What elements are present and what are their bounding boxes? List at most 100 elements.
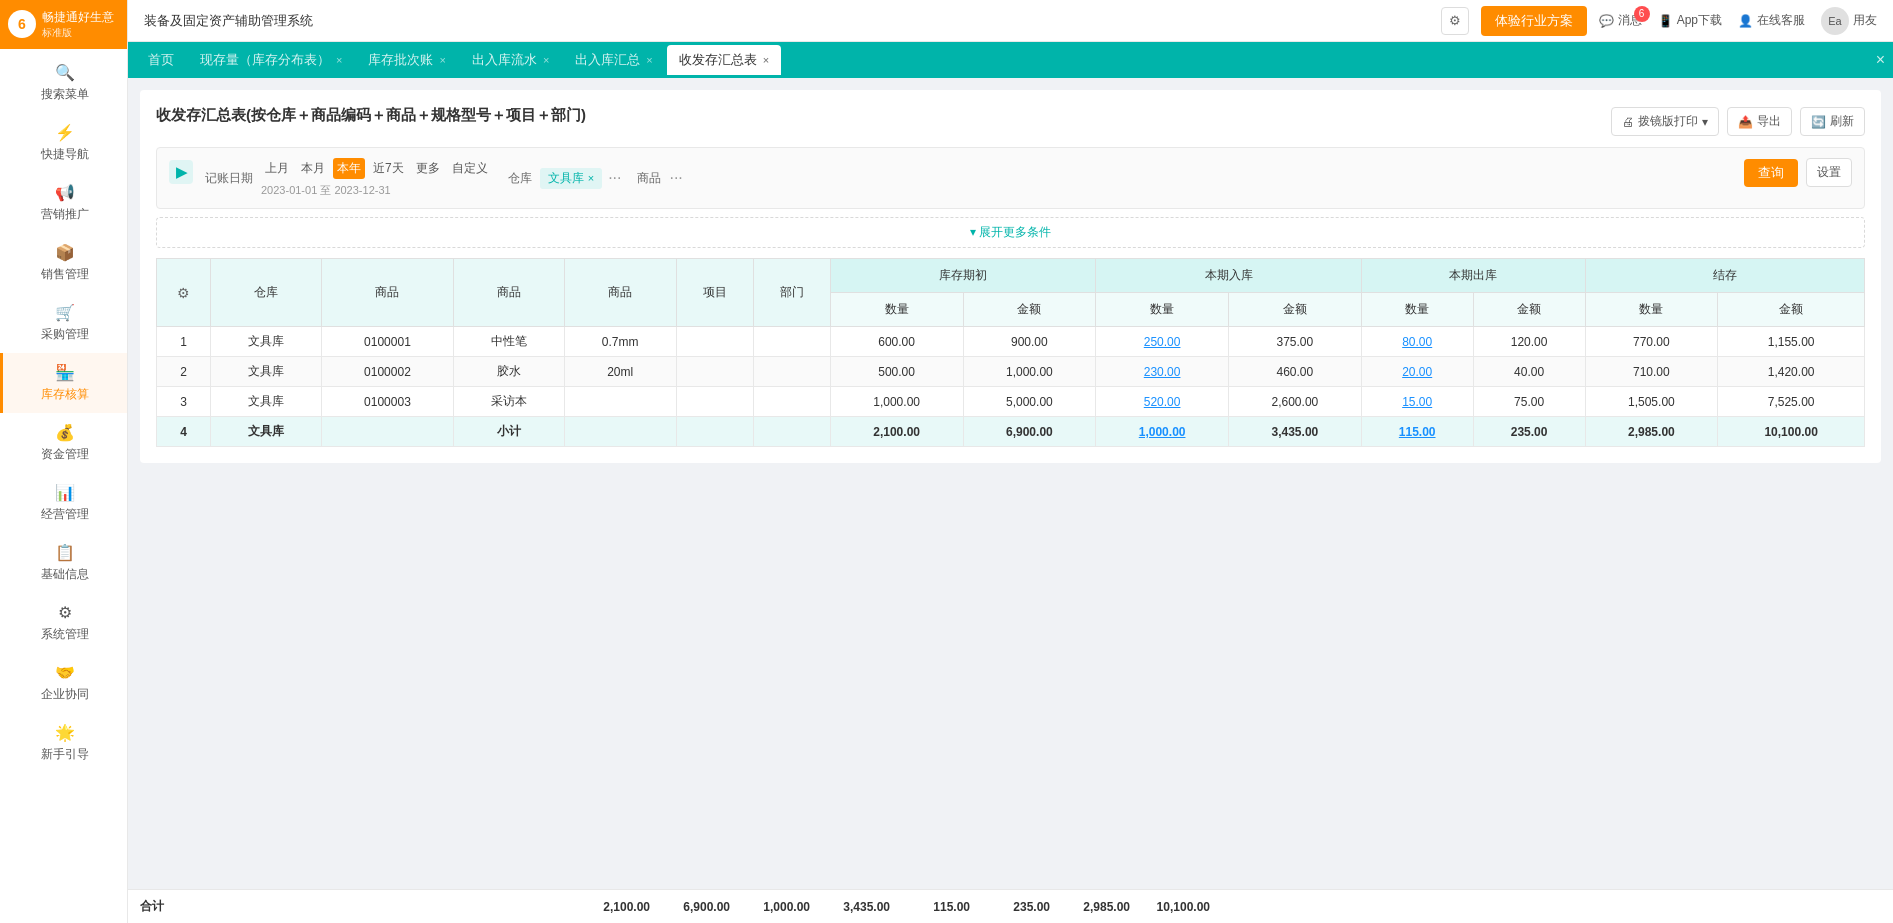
expand-more-button[interactable]: ▾ 展开更多条件 xyxy=(156,217,1865,248)
shortcut-more[interactable]: 更多 xyxy=(412,158,444,179)
tab-inout-flow-close[interactable]: × xyxy=(543,54,549,66)
row-project xyxy=(676,357,753,387)
system-icon: ⚙ xyxy=(58,603,72,622)
refresh-button[interactable]: 🔄 刷新 xyxy=(1800,107,1865,136)
total-values: 2,100.00 6,900.00 1,000.00 3,435.00 115.… xyxy=(180,900,1220,914)
row-out-qty[interactable]: 20.00 xyxy=(1361,357,1473,387)
row-in-qty[interactable]: 520.00 xyxy=(1096,387,1229,417)
warehouse-filter-row: 仓库 文具库 × ··· xyxy=(508,158,622,198)
goods-filter-row: 商品 ··· xyxy=(637,158,682,198)
sidebar-item-operations[interactable]: 📊 经营管理 xyxy=(0,473,127,533)
tab-inventory-dist-label: 现存量（库存分布表） xyxy=(200,51,330,69)
topbar-settings-button[interactable]: ⚙ xyxy=(1441,7,1469,35)
tab-recv-send-summary-close[interactable]: × xyxy=(763,54,769,66)
sidebar-nav: 🔍 搜索菜单 ⚡ 快捷导航 📢 营销推广 📦 销售管理 🛒 采购管理 🏪 库存核… xyxy=(0,49,127,923)
sidebar-item-quick[interactable]: ⚡ 快捷导航 xyxy=(0,113,127,173)
row-num: 3 xyxy=(157,387,211,417)
shortcut-this-year[interactable]: 本年 xyxy=(333,158,365,179)
sidebar-item-label: 企业协同 xyxy=(41,686,89,703)
shortcut-this-month[interactable]: 本月 xyxy=(297,158,329,179)
tabbar: 首页 现存量（库存分布表） × 库存批次账 × 出入库流水 × 出入库汇总 × … xyxy=(128,42,1893,78)
table-container: ⚙ 仓库 商品 商品 商品 项目 部门 库存期初 本期入库 本期出库 结存 xyxy=(156,258,1865,447)
logo-text: 畅捷通好生意 标准版 xyxy=(42,10,114,39)
row-in-qty[interactable]: 1,000.00 xyxy=(1096,417,1229,447)
operations-icon: 📊 xyxy=(55,483,75,502)
row-out-amt: 120.00 xyxy=(1473,327,1585,357)
sidebar-item-system[interactable]: ⚙ 系统管理 xyxy=(0,593,127,653)
print-icon: 🖨 xyxy=(1622,115,1634,129)
table-row: 4文具库小计2,100.006,900.001,000.003,435.0011… xyxy=(157,417,1865,447)
tab-inout-summary[interactable]: 出入库汇总 × xyxy=(563,45,664,75)
row-out-amt: 40.00 xyxy=(1473,357,1585,387)
tab-home[interactable]: 首页 xyxy=(136,45,186,75)
row-out-qty[interactable]: 80.00 xyxy=(1361,327,1473,357)
row-goods-name: 小计 xyxy=(454,417,564,447)
main-area: 装备及固定资产辅助管理系统 ⚙ 体验行业方案 💬 消息 6 📱 App下载 👤 … xyxy=(128,0,1893,923)
sidebar-item-purchase[interactable]: 🛒 采购管理 xyxy=(0,293,127,353)
total-out-qty: 115.00 xyxy=(900,900,980,914)
sidebar-item-corp[interactable]: 🤝 企业协同 xyxy=(0,653,127,713)
shortcut-custom[interactable]: 自定义 xyxy=(448,158,492,179)
settings-button[interactable]: 设置 xyxy=(1806,158,1852,187)
filter-toggle-button[interactable]: ▶ xyxy=(169,160,193,184)
row-project xyxy=(676,387,753,417)
sidebar-item-basic[interactable]: 📋 基础信息 xyxy=(0,533,127,593)
tabbar-close-all-button[interactable]: × xyxy=(1876,51,1885,69)
tab-batch-ledger-close[interactable]: × xyxy=(439,54,445,66)
th-settings[interactable]: ⚙ xyxy=(157,259,211,327)
shortcut-last-month[interactable]: 上月 xyxy=(261,158,293,179)
row-open-qty: 2,100.00 xyxy=(830,417,963,447)
row-out-qty[interactable]: 115.00 xyxy=(1361,417,1473,447)
th-department: 部门 xyxy=(753,259,830,327)
tab-inout-summary-close[interactable]: × xyxy=(646,54,652,66)
tab-inout-flow[interactable]: 出入库流水 × xyxy=(460,45,561,75)
tab-batch-ledger[interactable]: 库存批次账 × xyxy=(356,45,457,75)
th-warehouse: 仓库 xyxy=(211,259,321,327)
warehouse-tag-text: 文具库 xyxy=(548,170,584,187)
total-open-amt: 6,900.00 xyxy=(660,900,740,914)
app-download-item[interactable]: 📱 App下载 xyxy=(1658,12,1722,29)
warehouse-more-button[interactable]: ··· xyxy=(608,169,621,187)
print-button[interactable]: 🖨 拨镜版打印 ▾ xyxy=(1611,107,1719,136)
row-in-qty[interactable]: 250.00 xyxy=(1096,327,1229,357)
online-support-item[interactable]: 👤 在线客服 xyxy=(1738,12,1805,29)
refresh-icon: 🔄 xyxy=(1811,115,1826,129)
tab-inventory-dist-close[interactable]: × xyxy=(336,54,342,66)
row-num: 2 xyxy=(157,357,211,387)
row-department xyxy=(753,357,830,387)
sidebar-item-finance[interactable]: 💰 资金管理 xyxy=(0,413,127,473)
tab-inventory-dist[interactable]: 现存量（库存分布表） × xyxy=(188,45,354,75)
table-row: 3文具库0100003采访本1,000.005,000.00520.002,60… xyxy=(157,387,1865,417)
sidebar-item-inventory[interactable]: 🏪 库存核算 xyxy=(0,353,127,413)
experience-button[interactable]: 体验行业方案 xyxy=(1481,6,1587,36)
sidebar-item-sales[interactable]: 📦 销售管理 xyxy=(0,233,127,293)
user-label: 用友 xyxy=(1853,12,1877,29)
message-item[interactable]: 💬 消息 6 xyxy=(1599,12,1642,29)
th-out-qty: 数量 xyxy=(1361,293,1473,327)
row-goods-code xyxy=(321,417,454,447)
total-close-qty: 2,985.00 xyxy=(1060,900,1140,914)
table-settings-icon[interactable]: ⚙ xyxy=(177,285,190,301)
support-icon: 👤 xyxy=(1738,14,1753,28)
row-out-qty[interactable]: 15.00 xyxy=(1361,387,1473,417)
row-warehouse: 文具库 xyxy=(211,387,321,417)
sidebar-item-guide[interactable]: 🌟 新手引导 xyxy=(0,713,127,773)
tab-recv-send-summary[interactable]: 收发存汇总表 × xyxy=(667,45,781,75)
row-open-qty: 600.00 xyxy=(830,327,963,357)
shortcut-last-7-days[interactable]: 近7天 xyxy=(369,158,408,179)
warehouse-tag[interactable]: 文具库 × xyxy=(540,168,602,189)
row-in-qty[interactable]: 230.00 xyxy=(1096,357,1229,387)
sidebar-item-search[interactable]: 🔍 搜索菜单 xyxy=(0,53,127,113)
th-goods-code: 商品 xyxy=(321,259,454,327)
marketing-icon: 📢 xyxy=(55,183,75,202)
goods-more-button[interactable]: ··· xyxy=(669,169,682,187)
query-button[interactable]: 查询 xyxy=(1744,159,1798,187)
tab-home-label: 首页 xyxy=(148,51,174,69)
user-item[interactable]: Ea 用友 xyxy=(1821,7,1877,35)
online-support-label: 在线客服 xyxy=(1757,12,1805,29)
th-open-qty: 数量 xyxy=(830,293,963,327)
sidebar-item-marketing[interactable]: 📢 营销推广 xyxy=(0,173,127,233)
export-button[interactable]: 📤 导出 xyxy=(1727,107,1792,136)
warehouse-tag-close[interactable]: × xyxy=(588,172,594,184)
tab-batch-ledger-label: 库存批次账 xyxy=(368,51,433,69)
